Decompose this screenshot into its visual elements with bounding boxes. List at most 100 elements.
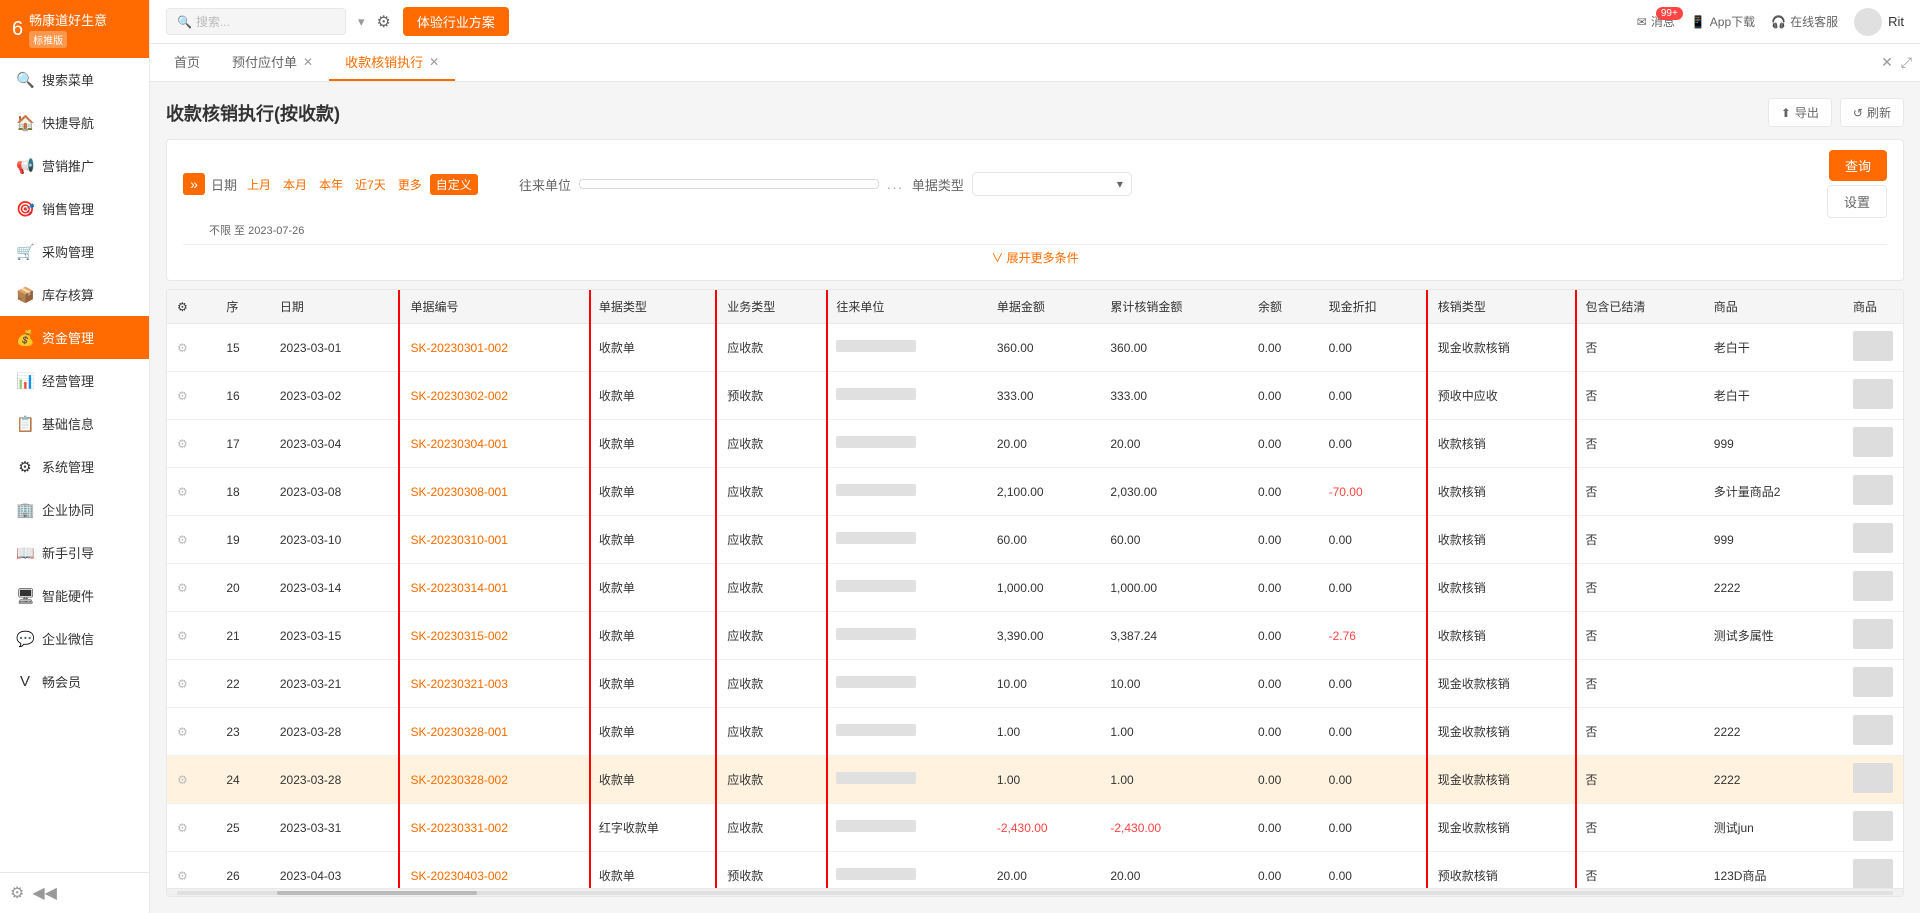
td-write-off: 2,030.00 — [1100, 468, 1248, 516]
date-label: 日期 — [211, 175, 237, 194]
message-button[interactable]: ✉ 消息 99+ — [1637, 13, 1675, 30]
sidebar-item-sales[interactable]: 🎯 销售管理 — [0, 187, 149, 230]
export-button[interactable]: ⬆ 导出 — [1768, 98, 1832, 127]
maximize-window-icon[interactable]: ⤢ — [1901, 54, 1912, 71]
topbar-gear-icon[interactable]: ⚙ — [377, 12, 391, 32]
voucher-no-link[interactable]: SK-20230304-001 — [410, 437, 507, 451]
td-gear[interactable]: ⚙ — [167, 660, 216, 708]
voucher-no-link[interactable]: SK-20230308-001 — [410, 485, 507, 499]
tab-close-icon[interactable]: ✕ — [429, 55, 439, 69]
sidebar-item-inventory[interactable]: 📦 库存核算 — [0, 273, 149, 316]
sidebar-item-quick[interactable]: 🏠 快捷导航 — [0, 101, 149, 144]
table-scroll-area[interactable]: ⚙ 序 日期 单据编号 单据类型 业务类型 — [167, 290, 1903, 888]
date-custom-button[interactable]: 自定义 — [430, 174, 478, 195]
home-icon: 🏠 — [16, 114, 34, 132]
settings-gear-icon[interactable]: ⚙ — [10, 883, 24, 903]
td-goods: 2222 — [1704, 564, 1843, 612]
user-area[interactable]: Rit — [1854, 8, 1904, 36]
td-cash-discount: 0.00 — [1319, 420, 1428, 468]
dropdown-arrow-icon[interactable]: ▾ — [358, 14, 365, 30]
td-write-off: 360.00 — [1100, 324, 1248, 372]
voucher-type-select[interactable]: ▾ — [972, 172, 1132, 196]
sidebar-item-member[interactable]: V 畅会员 — [0, 660, 149, 703]
horizontal-scrollbar[interactable] — [167, 888, 1903, 896]
refresh-button[interactable]: ↺ 刷新 — [1840, 98, 1904, 127]
tab-collection[interactable]: 收款核销执行 ✕ — [329, 44, 455, 81]
expand-filters-button[interactable]: ∨ 展开更多条件 — [183, 244, 1887, 270]
solution-button[interactable]: 体验行业方案 — [403, 7, 509, 36]
setting-button[interactable]: 设置 — [1827, 185, 1887, 218]
th-gear[interactable]: ⚙ — [167, 290, 216, 324]
voucher-no-link[interactable]: SK-20230331-002 — [410, 821, 507, 835]
close-window-icon[interactable]: ✕ — [1881, 54, 1893, 71]
filter-collapse-button[interactable]: » — [183, 173, 205, 195]
query-button[interactable]: 查询 — [1829, 150, 1887, 181]
td-voucher-no: SK-20230310-001 — [400, 516, 588, 564]
td-gear[interactable]: ⚙ — [167, 468, 216, 516]
sidebar: 6 畅康道好生意 标推版 🔍 搜索菜单 🏠 快捷导航 📢 营销推广 🎯 销售管理… — [0, 0, 150, 913]
more-filters-dots[interactable]: ... — [887, 177, 904, 192]
voucher-no-link[interactable]: SK-20230315-002 — [410, 629, 507, 643]
sidebar-item-basic[interactable]: 📋 基础信息 — [0, 402, 149, 445]
date-7days-button[interactable]: 近7天 — [351, 174, 390, 195]
td-gear[interactable]: ⚙ — [167, 372, 216, 420]
voucher-no-link[interactable]: SK-20230310-001 — [410, 533, 507, 547]
voucher-no-link[interactable]: SK-20230301-002 — [410, 341, 507, 355]
sidebar-item-operation[interactable]: 📊 经营管理 — [0, 359, 149, 402]
td-cash-discount: 0.00 — [1319, 852, 1428, 889]
scroll-thumb[interactable] — [277, 891, 477, 895]
td-goods: 123D商品 — [1704, 852, 1843, 889]
sidebar-item-marketing[interactable]: 📢 营销推广 — [0, 144, 149, 187]
tab-prepay[interactable]: 预付应付单 ✕ — [216, 44, 329, 81]
td-gear[interactable]: ⚙ — [167, 852, 216, 889]
td-goods2 — [1843, 420, 1903, 468]
voucher-no-link[interactable]: SK-20230302-002 — [410, 389, 507, 403]
date-more-button[interactable]: 更多 — [394, 174, 426, 195]
voucher-no-link[interactable]: SK-20230328-001 — [410, 725, 507, 739]
date-this-month-button[interactable]: 本月 — [279, 174, 311, 195]
partner-input[interactable] — [579, 179, 879, 189]
td-no: 20 — [216, 564, 270, 612]
td-cash-discount: 0.00 — [1319, 372, 1428, 420]
td-gear[interactable]: ⚙ — [167, 756, 216, 804]
search-icon: 🔍 — [16, 71, 34, 89]
sidebar-item-guide[interactable]: 📖 新手引导 — [0, 531, 149, 574]
sidebar-item-label: 系统管理 — [42, 457, 94, 476]
voucher-no-link[interactable]: SK-20230328-002 — [410, 773, 507, 787]
td-gear[interactable]: ⚙ — [167, 612, 216, 660]
topbar-search[interactable]: 🔍 搜索... — [166, 8, 346, 35]
sidebar-item-finance[interactable]: 💰 资金管理 — [0, 316, 149, 359]
filter-bar: » 日期 上月 本月 本年 近7天 更多 自定义 往来单位 ... 单据类 — [166, 139, 1904, 281]
sidebar-item-hardware[interactable]: 🖥 智能硬件 — [0, 574, 149, 617]
operation-icon: 📊 — [16, 372, 34, 390]
app-download-button[interactable]: 📱 App下载 — [1691, 13, 1755, 30]
td-write-off: 60.00 — [1100, 516, 1248, 564]
td-partner — [826, 324, 986, 372]
voucher-no-link[interactable]: SK-20230403-002 — [410, 869, 507, 883]
td-gear[interactable]: ⚙ — [167, 324, 216, 372]
td-balance: 0.00 — [1248, 372, 1319, 420]
td-gear[interactable]: ⚙ — [167, 420, 216, 468]
tab-close-icon[interactable]: ✕ — [303, 55, 313, 69]
voucher-no-link[interactable]: SK-20230321-003 — [410, 677, 507, 691]
date-last-month-button[interactable]: 上月 — [243, 174, 275, 195]
td-gear[interactable]: ⚙ — [167, 804, 216, 852]
date-this-year-button[interactable]: 本年 — [315, 174, 347, 195]
td-gear[interactable]: ⚙ — [167, 708, 216, 756]
online-service-button[interactable]: 🎧 在线客服 — [1771, 13, 1838, 30]
th-cash-discount: 现金折扣 — [1319, 290, 1428, 324]
td-goods: 老白干 — [1704, 324, 1843, 372]
td-voucher-type: 红字收款单 — [589, 804, 717, 852]
sidebar-item-wechat[interactable]: 💬 企业微信 — [0, 617, 149, 660]
tab-home[interactable]: 首页 — [158, 44, 216, 81]
sidebar-item-system[interactable]: ⚙ 系统管理 — [0, 445, 149, 488]
voucher-no-link[interactable]: SK-20230314-001 — [410, 581, 507, 595]
sidebar-item-corp[interactable]: 🏢 企业协同 — [0, 488, 149, 531]
td-cash-discount: 0.00 — [1319, 564, 1428, 612]
sidebar-item-search[interactable]: 🔍 搜索菜单 — [0, 58, 149, 101]
td-gear[interactable]: ⚙ — [167, 564, 216, 612]
td-gear[interactable]: ⚙ — [167, 516, 216, 564]
th-include-cleared: 包含已结清 — [1575, 290, 1703, 324]
sidebar-item-purchase[interactable]: 🛒 采购管理 — [0, 230, 149, 273]
collapse-icon[interactable]: ◀◀ — [32, 883, 57, 903]
